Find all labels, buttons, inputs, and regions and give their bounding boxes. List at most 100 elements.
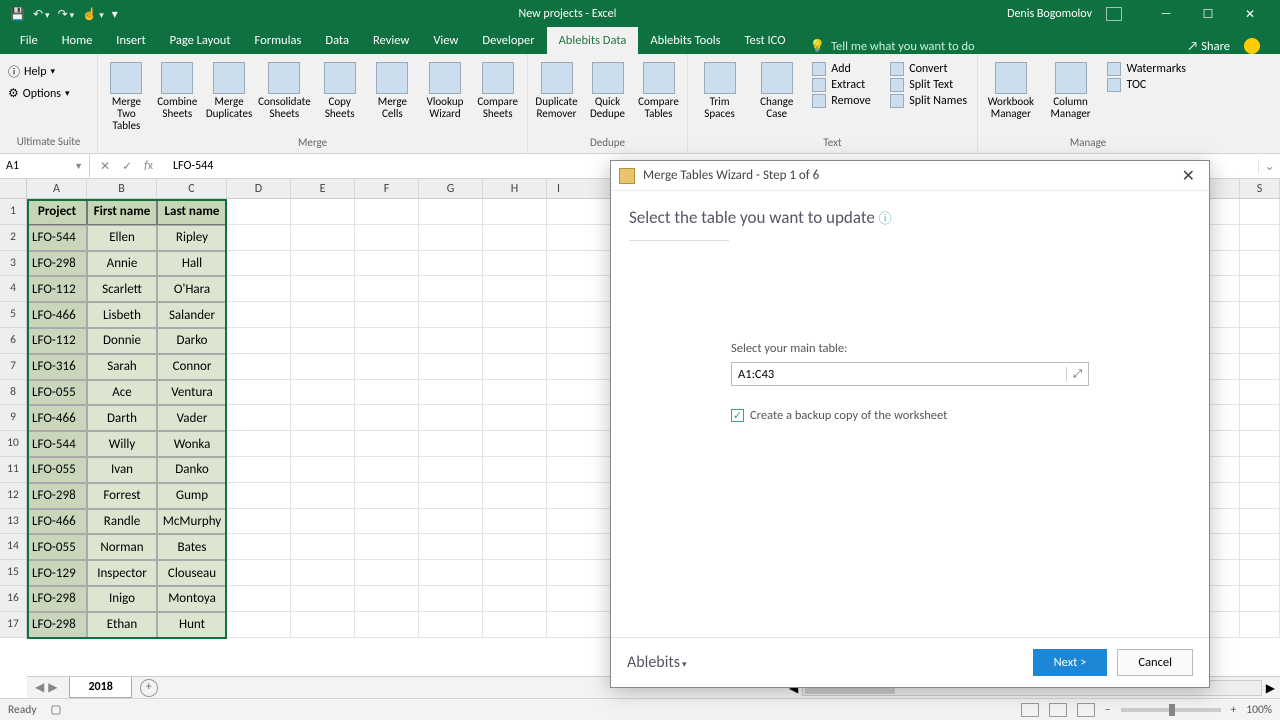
user-avatar-icon[interactable] <box>1106 7 1122 21</box>
cell[interactable]: Annie <box>87 251 157 277</box>
cell[interactable] <box>419 612 483 638</box>
cell[interactable]: Gump <box>157 483 227 509</box>
ablebits-brand-menu[interactable]: Ablebits <box>627 653 687 672</box>
trim-spaces-button[interactable]: Trim Spaces <box>694 58 745 134</box>
col-header-A[interactable]: A <box>27 179 87 198</box>
cell[interactable] <box>227 225 291 251</box>
row-header-14[interactable]: 14 <box>0 534 26 560</box>
cell[interactable] <box>1240 276 1280 302</box>
cell[interactable] <box>227 380 291 406</box>
share-button[interactable]: ↗ Share <box>1187 39 1230 54</box>
extract-text-button[interactable]: Extract <box>812 78 876 92</box>
cell[interactable]: Wonka <box>157 431 227 457</box>
cell[interactable]: Connor <box>157 354 227 380</box>
cell[interactable]: Lisbeth <box>87 302 157 328</box>
cell[interactable]: Inspector <box>87 560 157 586</box>
cell[interactable] <box>355 251 419 277</box>
cell[interactable]: LFO-298 <box>27 483 87 509</box>
cell[interactable] <box>419 225 483 251</box>
cell[interactable]: LFO-466 <box>27 509 87 535</box>
cell[interactable] <box>1240 612 1280 638</box>
tab-file[interactable]: File <box>8 27 50 54</box>
cell[interactable] <box>1240 405 1280 431</box>
tab-review[interactable]: Review <box>361 27 421 54</box>
cell[interactable] <box>355 612 419 638</box>
col-header-C[interactable]: C <box>157 179 227 198</box>
merge-btn-5[interactable]: Merge Cells <box>369 58 416 134</box>
cell[interactable]: LFO-298 <box>27 612 87 638</box>
cell[interactable] <box>355 199 419 225</box>
row-header-6[interactable]: 6 <box>0 328 26 354</box>
cell[interactable] <box>227 560 291 586</box>
cell[interactable]: McMurphy <box>157 509 227 535</box>
minimize-button[interactable]: — <box>1146 7 1186 22</box>
add-sheet-button[interactable]: + <box>140 679 158 697</box>
cell[interactable] <box>291 302 355 328</box>
cell[interactable]: Salander <box>157 302 227 328</box>
help-circle-icon[interactable]: ⓘ <box>879 212 892 227</box>
zoom-out-button[interactable]: − <box>1105 703 1111 717</box>
column-manager-button[interactable]: Column Manager <box>1044 58 1098 134</box>
tell-me-search[interactable]: 💡Tell me what you want to do <box>798 39 1188 54</box>
cell[interactable]: Bates <box>157 534 227 560</box>
cell[interactable] <box>419 431 483 457</box>
options-dropdown[interactable]: ⚙Options <box>6 83 91 104</box>
col-header-H[interactable]: H <box>483 179 547 198</box>
tab-home[interactable]: Home <box>50 27 105 54</box>
cell[interactable] <box>355 457 419 483</box>
cell[interactable]: LFO-129 <box>27 560 87 586</box>
tab-view[interactable]: View <box>421 27 470 54</box>
toc-button[interactable]: TOC <box>1107 78 1188 92</box>
tab-formulas[interactable]: Formulas <box>243 27 314 54</box>
cell[interactable]: Darth <box>87 405 157 431</box>
tab-test-ico[interactable]: Test ICO <box>733 27 798 54</box>
cell[interactable]: LFO-466 <box>27 405 87 431</box>
tab-developer[interactable]: Developer <box>470 27 546 54</box>
cell[interactable] <box>419 251 483 277</box>
cell[interactable] <box>291 328 355 354</box>
cell[interactable] <box>227 586 291 612</box>
wizard-close-button[interactable]: ✕ <box>1176 166 1201 186</box>
cell[interactable]: Last name <box>157 199 227 225</box>
cell[interactable] <box>419 457 483 483</box>
cell[interactable] <box>355 431 419 457</box>
cell[interactable]: LFO-298 <box>27 586 87 612</box>
dedupe-btn-1[interactable]: Quick Dedupe <box>585 58 630 134</box>
cell[interactable] <box>483 405 547 431</box>
help-dropdown[interactable]: ⓘHelp <box>6 60 91 83</box>
cell[interactable]: LFO-055 <box>27 457 87 483</box>
cell[interactable] <box>291 509 355 535</box>
cell[interactable] <box>483 586 547 612</box>
zoom-slider[interactable] <box>1121 708 1221 712</box>
cell[interactable] <box>355 509 419 535</box>
merge-btn-6[interactable]: Vlookup Wizard <box>422 58 469 134</box>
cell[interactable] <box>227 276 291 302</box>
cell[interactable] <box>227 483 291 509</box>
expand-formula-bar[interactable]: ⌄ <box>1258 159 1280 174</box>
cell[interactable] <box>1240 457 1280 483</box>
cell[interactable] <box>483 225 547 251</box>
cell[interactable] <box>483 199 547 225</box>
cell[interactable] <box>291 534 355 560</box>
save-icon[interactable]: 💾 <box>10 7 25 22</box>
row-header-3[interactable]: 3 <box>0 251 26 277</box>
merge-btn-4[interactable]: Copy Sheets <box>316 58 363 134</box>
cell[interactable] <box>483 302 547 328</box>
enter-formula-icon[interactable]: ✓ <box>122 159 132 174</box>
row-header-11[interactable]: 11 <box>0 457 26 483</box>
cell[interactable] <box>1240 431 1280 457</box>
cell[interactable] <box>355 328 419 354</box>
row-header-5[interactable]: 5 <box>0 302 26 328</box>
scroll-right-icon[interactable]: ▶ <box>1266 681 1275 696</box>
row-header-4[interactable]: 4 <box>0 276 26 302</box>
normal-view-icon[interactable] <box>1021 703 1039 717</box>
sheet-tab-2018[interactable]: 2018 <box>69 677 131 698</box>
cell[interactable] <box>291 612 355 638</box>
cell[interactable] <box>355 483 419 509</box>
cell[interactable] <box>227 328 291 354</box>
cell[interactable] <box>227 199 291 225</box>
cell[interactable]: Danko <box>157 457 227 483</box>
next-button[interactable]: Next > <box>1033 649 1108 676</box>
cell[interactable]: LFO-544 <box>27 225 87 251</box>
cell[interactable]: LFO-544 <box>27 431 87 457</box>
